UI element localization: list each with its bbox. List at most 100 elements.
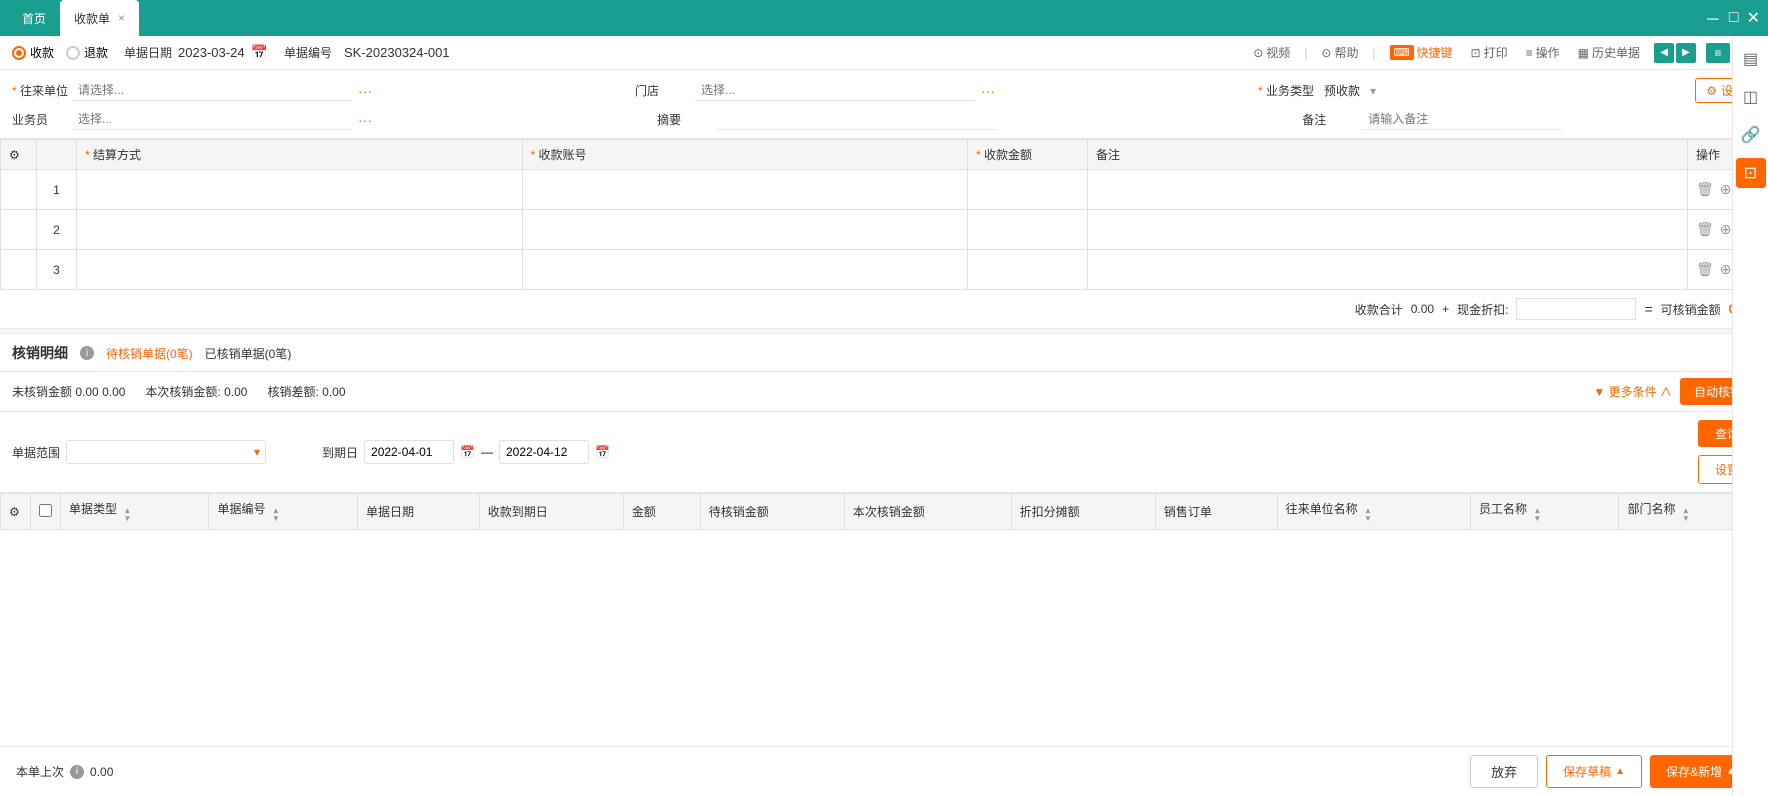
current-stat: 本次核销金额: 0.00: [145, 383, 247, 400]
sidebar-link-icon[interactable]: 🔗: [1736, 120, 1766, 150]
form-section: 往来单位 ··· 门店 ··· 业务类型 预收款 ▾ ⚙ 设置: [0, 70, 1768, 139]
range-select-wrapper: ▾: [66, 440, 266, 464]
td-remarks-3[interactable]: [1088, 250, 1688, 290]
nav-next[interactable]: ▶: [1676, 43, 1696, 63]
partner-input[interactable]: [72, 80, 352, 101]
copy-icon-2[interactable]: ⊕: [1720, 221, 1732, 238]
tab-close-icon[interactable]: ×: [118, 11, 125, 25]
diff-stat: 核销差额: 0.00: [267, 383, 345, 400]
tab-receipt[interactable]: 收款单 ×: [60, 0, 139, 36]
due-date-start[interactable]: [364, 440, 454, 464]
main-table: ⚙ * 结算方式 * 收款账号 * 收款金额 备注 操作: [0, 139, 1768, 290]
radio-refund-label: 退款: [84, 44, 108, 61]
copy-icon-1[interactable]: ⊕: [1720, 181, 1732, 198]
btn-history[interactable]: ▦ 历史单据: [1574, 42, 1644, 63]
td-amount-3[interactable]: [968, 250, 1088, 290]
staff-more-icon[interactable]: ···: [352, 112, 378, 128]
td-row-1: 1: [37, 170, 77, 210]
copy-icon-3[interactable]: ⊕: [1720, 261, 1732, 278]
save-draft-button[interactable]: 保存草稿 ▲: [1546, 755, 1642, 788]
discount-input[interactable]: [1516, 298, 1636, 320]
gear-icon: ⚙: [1706, 84, 1717, 98]
calendar-start-icon[interactable]: 📅: [460, 445, 475, 459]
staff-input[interactable]: [72, 109, 352, 130]
partner-label: 往来单位: [12, 82, 72, 99]
more-conditions[interactable]: ▼ 更多条件 ∧: [1593, 383, 1672, 400]
window-minimize-icon[interactable]: －: [1705, 6, 1721, 30]
date-label: 单据日期: [124, 44, 172, 61]
store-input[interactable]: [695, 80, 975, 101]
btn-video[interactable]: ⊙ 视频: [1249, 42, 1294, 63]
receipt-type-group: 收款 退款: [12, 44, 108, 61]
btn-help[interactable]: ⊙ 帮助: [1317, 42, 1362, 63]
main-table-section: ⚙ * 结算方式 * 收款账号 * 收款金额 备注 操作: [0, 139, 1768, 290]
remarks-label: 备注: [1302, 111, 1362, 128]
done-tab[interactable]: 已核销单据(0笔): [205, 345, 292, 362]
td-empty-2: [1, 210, 37, 250]
btn-video-label: 视频: [1266, 44, 1290, 61]
tab-home[interactable]: 首页: [8, 0, 60, 36]
form-row-2: 业务员 ··· 摘要 备注: [12, 109, 1756, 130]
business-type-dropdown[interactable]: ▾: [1366, 84, 1380, 98]
store-more-icon[interactable]: ···: [975, 83, 1001, 99]
operation-icon: ≡: [1526, 46, 1533, 60]
bottom-th-due-date: 收款到期日: [479, 494, 623, 530]
reconcil-title: 核销明细: [12, 343, 68, 363]
view-list-icon[interactable]: ≡: [1706, 43, 1730, 63]
remarks-input[interactable]: [1362, 109, 1562, 130]
td-remarks-2[interactable]: [1088, 210, 1688, 250]
sidebar-doc-icon[interactable]: ◫: [1736, 82, 1766, 112]
date-value[interactable]: 2023-03-24: [178, 45, 245, 60]
window-maximize-icon[interactable]: □: [1729, 9, 1739, 27]
abandon-button[interactable]: 放弃: [1470, 755, 1538, 788]
calendar-end-icon[interactable]: 📅: [595, 445, 610, 459]
delete-icon-3[interactable]: 🗑: [1696, 261, 1714, 278]
result-label: 可核销金额: [1661, 301, 1721, 318]
tab-bar-right: － □ ✕: [1705, 6, 1760, 30]
btn-print[interactable]: ⊡ 打印: [1467, 42, 1512, 63]
window-close-icon[interactable]: ✕: [1747, 8, 1760, 28]
td-amount-2[interactable]: [968, 210, 1088, 250]
td-settle-2[interactable]: [77, 210, 523, 250]
summary-input[interactable]: [717, 109, 997, 130]
radio-refund-dot: [66, 46, 80, 60]
td-remarks-1[interactable]: [1088, 170, 1688, 210]
radio-receipt[interactable]: 收款: [12, 44, 54, 61]
nav-prev[interactable]: ◀: [1654, 43, 1674, 63]
calendar-icon[interactable]: 📅: [251, 44, 268, 61]
store-label: 门店: [635, 82, 695, 99]
td-empty-3: [1, 250, 37, 290]
footer-info-icon[interactable]: i: [70, 765, 84, 779]
reconcil-info-icon[interactable]: i: [80, 346, 94, 360]
delete-icon-2[interactable]: 🗑: [1696, 221, 1714, 238]
diff-label: 核销差额:: [267, 385, 318, 399]
radio-refund[interactable]: 退款: [66, 44, 108, 61]
btn-operation-label: 操作: [1536, 44, 1560, 61]
td-settle-3[interactable]: [77, 250, 523, 290]
table-row: 2 🗑 ⊕: [1, 210, 1768, 250]
due-date-end[interactable]: [499, 440, 589, 464]
doc-number-label: 单据编号: [284, 44, 332, 61]
select-all-checkbox[interactable]: [39, 504, 52, 517]
td-settle-1[interactable]: [77, 170, 523, 210]
td-account-2[interactable]: [522, 210, 968, 250]
range-select[interactable]: [66, 440, 266, 464]
unverified-value: 0.00: [75, 385, 98, 399]
partner-more-icon[interactable]: ···: [352, 83, 378, 99]
toolbar-row: 收款 退款 单据日期 2023-03-24 📅 单据编号 SK-20230324…: [0, 36, 1768, 70]
bottom-table: ⚙ 单据类型 ▲▼ 单据编号 ▲▼ 单据日期: [0, 493, 1768, 530]
td-amount-1[interactable]: [968, 170, 1088, 210]
bottom-th-doc-type: 单据类型 ▲▼: [61, 494, 209, 530]
sidebar-edit-icon[interactable]: ⊡: [1736, 158, 1766, 188]
td-account-1[interactable]: [522, 170, 968, 210]
table-row: 1 🗑 ⊕: [1, 170, 1768, 210]
td-account-3[interactable]: [522, 250, 968, 290]
btn-operation[interactable]: ≡ 操作: [1522, 42, 1564, 63]
btn-shortcut[interactable]: ⌨ 快捷键: [1386, 42, 1457, 63]
doc-number-value[interactable]: SK-20230324-001: [344, 45, 450, 60]
delete-icon-1[interactable]: 🗑: [1696, 181, 1714, 198]
bottom-th-gear[interactable]: ⚙: [1, 494, 31, 530]
sidebar-table-icon[interactable]: ▤: [1736, 44, 1766, 74]
pending-tab[interactable]: 待核销单据(0笔): [106, 345, 193, 362]
th-gear[interactable]: ⚙: [1, 140, 37, 170]
